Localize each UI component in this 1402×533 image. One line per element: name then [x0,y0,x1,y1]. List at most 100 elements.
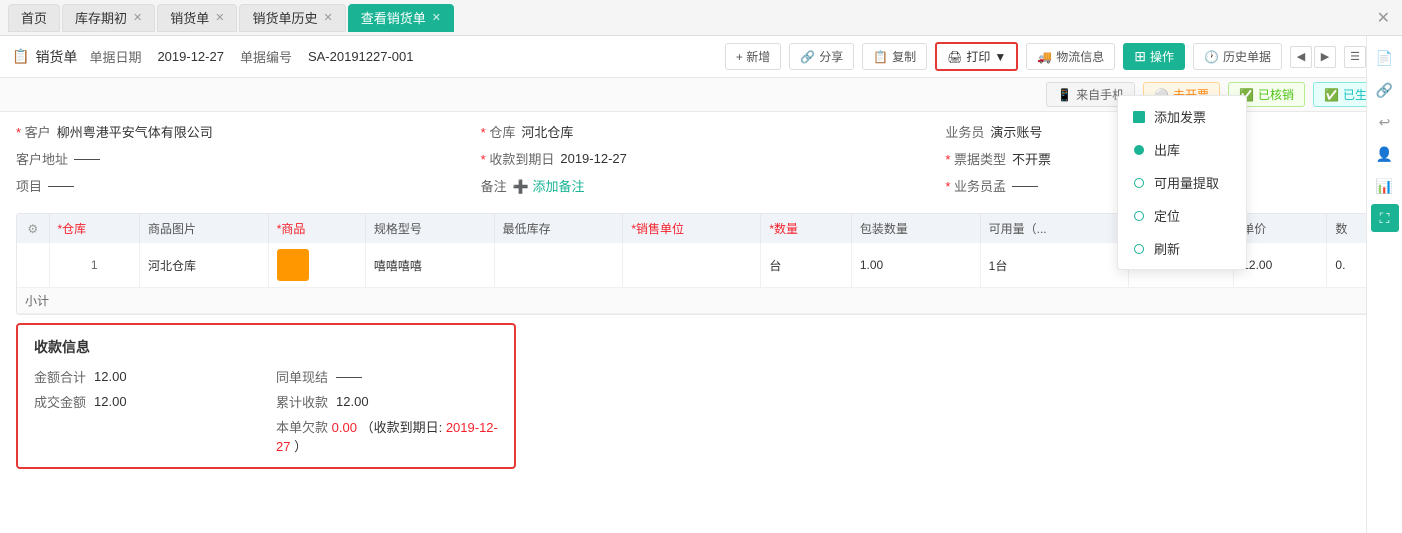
date-value: 2019-12-27 [157,49,224,64]
customer-label: 客户 [16,122,51,141]
row-warehouse: 河北仓库 [139,243,268,288]
salesperson2-label: 业务员孟 [945,176,1006,195]
right-sidebar: 📄 🔗 ↩ 👤 📊 ⛶ [1366,36,1402,533]
window-close-btn[interactable]: ✕ [1377,8,1390,28]
new-label: + 新增 [736,48,770,65]
arrears-value: 0.00 [332,420,357,435]
address-label: 客户地址 [16,149,68,168]
sidebar-return-icon[interactable]: ↩ [1371,108,1399,136]
sidebar-chart-icon[interactable]: 📊 [1371,172,1399,200]
row-gear[interactable] [17,243,49,288]
print-button[interactable]: 🖨 打印 ▼ [935,42,1018,71]
logistics-icon: 🚚 [1037,50,1052,64]
sidebar-doc-icon[interactable]: 📄 [1371,44,1399,72]
history-icon: 🕐 [1204,50,1219,64]
cumulative-label: 累计收款 [276,392,328,411]
ops-button[interactable]: ⊞ 操作 [1123,43,1185,70]
row-num: 1 [49,243,139,288]
payment-grid: 金额合计 12.00 同单现结 —— 成交金额 12.00 累计收款 12.00… [34,367,498,455]
row-stock: 12.00 [1234,243,1327,288]
col-gear: ⚙ [17,214,49,243]
share-button[interactable]: 🔗 分享 [789,43,854,70]
product-image [277,249,309,281]
row-product: 嘻嘻嘻嘻 [365,243,494,288]
circle-gray-icon [1134,178,1144,188]
refresh-icon [1132,242,1146,256]
doc-actions: + 新增 🔗 分享 📋 复制 🖨 打印 ▼ 🚚 物流信息 [725,42,1390,71]
tab-inventory-close[interactable]: ✕ [133,11,142,24]
refresh-label: 刷新 [1154,239,1180,258]
project-value: —— [48,178,74,193]
col-warehouse: *仓库 [49,214,139,243]
print-dropdown-arrow: ▼ [994,50,1006,64]
tab-view-sales-close[interactable]: ✕ [432,11,441,24]
sidebar-user-icon[interactable]: 👤 [1371,140,1399,168]
share-icon: 🔗 [800,50,815,64]
doc-title: 📋 销货单 [12,47,77,67]
dropdown-warehouse-out[interactable]: 出库 [1118,133,1246,166]
next-arrow[interactable]: ▶ [1314,46,1336,68]
col-available: 可用量（... [980,214,1129,243]
tab-inventory[interactable]: 库存期初 ✕ [62,4,155,32]
total-amount-label: 金额合计 [34,367,86,386]
project-field: 项目 —— [16,176,457,195]
circle-gray-icon-3 [1134,244,1144,254]
remark-add-link[interactable]: ➕ 添加备注 [513,176,585,195]
warehouse-out-icon [1132,143,1146,157]
verified-label: 已核销 [1258,86,1294,103]
row-spec [494,243,623,288]
invoice-label: 票据类型 [945,149,1006,168]
tab-history[interactable]: 销货单历史 ✕ [239,4,345,32]
sidebar-link-icon[interactable]: 🔗 [1371,76,1399,104]
copy-label: 复制 [892,48,916,65]
copy-icon: 📋 [873,50,888,64]
warehouse-label: 仓库 [481,122,516,141]
available-qty-label: 可用量提取 [1154,173,1219,192]
copy-button[interactable]: 📋 复制 [862,43,927,70]
tab-inventory-label: 库存期初 [75,8,127,27]
tab-sales-close[interactable]: ✕ [215,11,224,24]
history-button[interactable]: 🕐 历史单据 [1193,43,1282,70]
sidebar-expand-icon[interactable]: ⛶ [1371,204,1399,232]
list-view-btn[interactable]: ☰ [1344,46,1366,68]
doc-meta: 单据日期 2019-12-27 单据编号 SA-20191227-001 [89,47,413,66]
col-product: *商品 [268,214,365,243]
transaction-amount-value: 12.00 [94,394,127,409]
due-date-field: 收款到期日 2019-12-27 [481,149,922,168]
col-unit: *销售单位 [623,214,761,243]
row-qty: 1.00 [851,243,980,288]
dropdown-locate[interactable]: 定位 [1118,199,1246,232]
row-min-stock [623,243,761,288]
address-field: 客户地址 —— [16,149,457,168]
dropdown-available-qty[interactable]: 可用量提取 [1118,166,1246,199]
row-pack-qty: 1台 [980,243,1129,288]
tab-sales[interactable]: 销货单 ✕ [157,4,237,32]
due-date-label: 收款到期日 [481,149,555,168]
remark-add-label: 添加备注 [533,179,585,194]
tab-view-sales[interactable]: 查看销货单 ✕ [348,4,454,32]
salesperson-value: 演示账号 [990,122,1042,141]
address-value: —— [74,151,100,166]
tab-home[interactable]: 首页 [8,4,60,32]
nav-arrows: ◀ ▶ [1290,46,1336,68]
print-label: 打印 [966,48,990,65]
col-pack-qty: 包装数量 [851,214,980,243]
prev-arrow[interactable]: ◀ [1290,46,1312,68]
tab-history-close[interactable]: ✕ [324,11,333,24]
same-settlement-value: —— [336,369,362,384]
logistics-label: 物流信息 [1056,48,1104,65]
customer-field: 客户 柳州粤港平安气体有限公司 [16,122,457,141]
arrears-label: 本单欠款 [276,420,328,435]
number-value: SA-20191227-001 [308,49,414,64]
ops-dropdown: 添加发票 出库 可用量提取 定位 刷新 [1117,95,1247,270]
print-icon: 🖨 [947,50,962,64]
remark-field: 备注 ➕ 添加备注 [481,176,922,195]
same-settlement-label: 同单现结 [276,367,328,386]
available-qty-icon [1132,176,1146,190]
dropdown-add-invoice[interactable]: 添加发票 [1118,100,1246,133]
dropdown-refresh[interactable]: 刷新 [1118,232,1246,265]
total-amount-row: 金额合计 12.00 [34,367,256,386]
new-button[interactable]: + 新增 [725,43,781,70]
logistics-button[interactable]: 🚚 物流信息 [1026,43,1115,70]
salesperson-label: 业务员 [945,122,984,141]
